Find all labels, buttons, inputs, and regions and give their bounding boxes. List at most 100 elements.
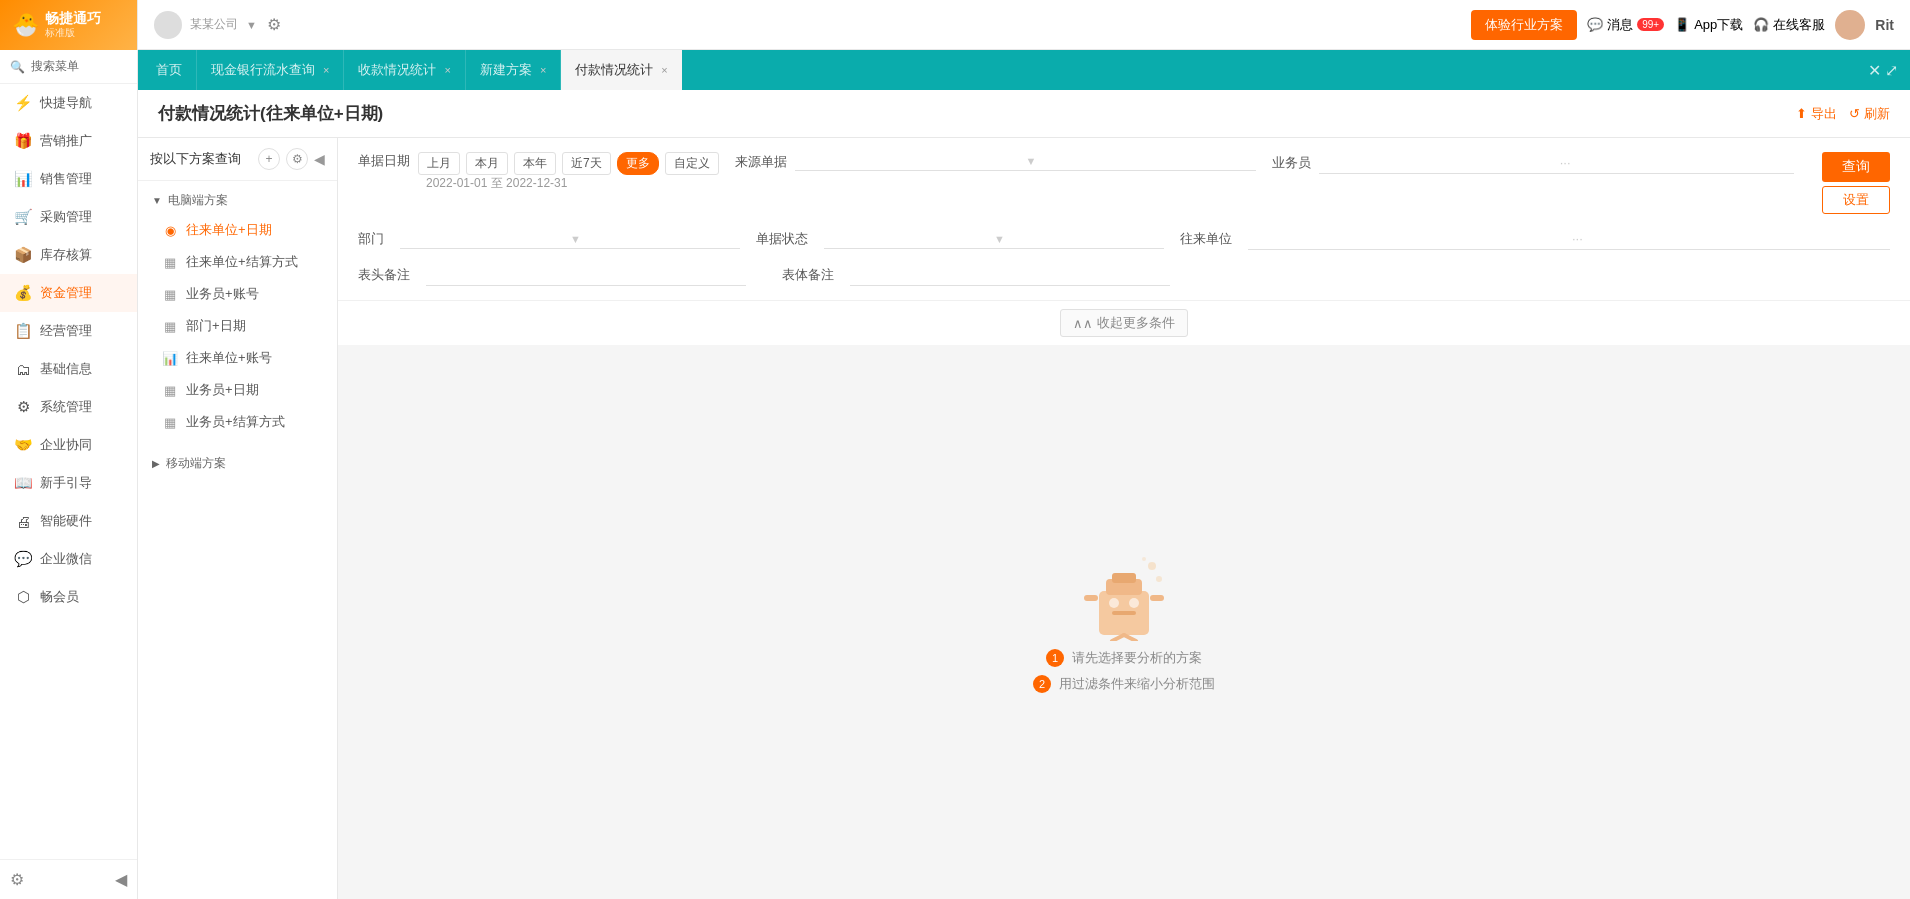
- counterpart-select[interactable]: ···: [1248, 228, 1890, 250]
- page-title: 付款情况统计(往来单位+日期): [158, 102, 383, 125]
- sidebar-item-enterprise[interactable]: 🤝 企业协同: [0, 426, 137, 464]
- date-btn-this-year[interactable]: 本年: [514, 152, 556, 175]
- scheme-item-salesperson-settlement[interactable]: ▦ 业务员+结算方式: [138, 406, 337, 438]
- scheme-item-dept-date[interactable]: ▦ 部门+日期: [138, 310, 337, 342]
- sidebar-item-label: 新手引导: [40, 474, 92, 492]
- tab-bank-flow-close[interactable]: ×: [323, 64, 329, 76]
- export-btn[interactable]: ⬆ 导出: [1796, 105, 1837, 123]
- placeholder-svg: [1074, 551, 1174, 641]
- doc-status-select[interactable]: ▼: [824, 230, 1164, 249]
- tab-payment-stats[interactable]: 付款情况统计 ×: [561, 50, 681, 90]
- sidebar-item-label: 企业协同: [40, 436, 92, 454]
- tab-close-all-icon[interactable]: ✕: [1868, 61, 1881, 80]
- messages-badge: 99+: [1637, 18, 1664, 31]
- sidebar-item-capital[interactable]: 💰 资金管理: [0, 274, 137, 312]
- scheme-mobile-title[interactable]: ▶ 移动端方案: [138, 450, 337, 477]
- date-btn-last-month[interactable]: 上月: [418, 152, 460, 175]
- date-btn-more[interactable]: 更多: [617, 152, 659, 175]
- scheme-item-label: 业务员+结算方式: [186, 413, 285, 431]
- placeholder-num2: 2: [1033, 675, 1051, 693]
- body-note-input[interactable]: [850, 264, 1170, 286]
- salesperson-dots[interactable]: ···: [1560, 155, 1788, 170]
- system-icon: ⚙: [14, 398, 32, 416]
- sidebar-logo: 畅捷通巧: [45, 10, 101, 27]
- svg-rect-5: [1112, 611, 1136, 615]
- dept-label: 部门: [358, 230, 384, 248]
- header-note-label: 表头备注: [358, 266, 410, 284]
- sidebar-item-basic-info[interactable]: 🗂 基础信息: [0, 350, 137, 388]
- svg-point-3: [1109, 598, 1119, 608]
- sidebar-item-quick-nav[interactable]: ⚡ 快捷导航: [0, 84, 137, 122]
- sidebar-item-wechat[interactable]: 💬 企业微信: [0, 540, 137, 578]
- sidebar-item-marketing[interactable]: 🎁 营销推广: [0, 122, 137, 160]
- scheme-item-counterpart-date[interactable]: ◉ 往来单位+日期: [138, 214, 337, 246]
- topbar-messages[interactable]: 💬 消息 99+: [1587, 16, 1664, 34]
- tab-home[interactable]: 首页: [142, 50, 197, 90]
- scheme-collapse-btn[interactable]: ◀: [314, 151, 325, 167]
- main-area: 某某公司 ▼ ⚙ 体验行业方案 💬 消息 99+ 📱 App下载 🎧 在线客服 …: [138, 0, 1910, 899]
- sidebar-item-sales[interactable]: 📊 销售管理: [0, 160, 137, 198]
- sidebar-item-guide[interactable]: 📖 新手引导: [0, 464, 137, 502]
- sidebar-search[interactable]: 🔍 搜索菜单: [0, 50, 137, 84]
- scheme-item-counterpart-account[interactable]: 📊 往来单位+账号: [138, 342, 337, 374]
- sidebar-item-label: 系统管理: [40, 398, 92, 416]
- sidebar-item-label: 基础信息: [40, 360, 92, 378]
- message-icon: 💬: [1587, 17, 1603, 32]
- svg-line-8: [1112, 635, 1124, 641]
- header-note-input[interactable]: [426, 264, 746, 286]
- content: 付款情况统计(往来单位+日期) ⬆ 导出 ↺ 刷新 按以下方案查询: [138, 90, 1910, 899]
- date-btn-7days[interactable]: 近7天: [562, 152, 611, 175]
- date-buttons-row: 上月 本月 本年 近7天 更多 自定义: [418, 152, 719, 175]
- tab-bank-flow[interactable]: 现金银行流水查询 ×: [197, 50, 344, 90]
- filter-collapse-row: ∧∧ 收起更多条件: [338, 300, 1910, 345]
- tab-expand-icon[interactable]: ⤢: [1885, 61, 1898, 80]
- dept-select[interactable]: ▼: [400, 230, 740, 249]
- sidebar-item-purchase[interactable]: 🛒 采购管理: [0, 198, 137, 236]
- scheme-item-counterpart-settlement[interactable]: ▦ 往来单位+结算方式: [138, 246, 337, 278]
- date-filter-group: 单据日期 上月 本月 本年 近7天 更多 自定义 20: [358, 152, 719, 192]
- scheme-settings-btn[interactable]: ⚙: [286, 148, 308, 170]
- topbar-app-download[interactable]: 📱 App下载: [1674, 16, 1743, 34]
- sidebar-collapse-icon[interactable]: ◀: [115, 870, 127, 889]
- topbar-online-service[interactable]: 🎧 在线客服: [1753, 16, 1825, 34]
- sidebar-settings-icon[interactable]: ⚙: [10, 870, 24, 889]
- scheme-item-salesperson-date[interactable]: ▦ 业务员+日期: [138, 374, 337, 406]
- source-filter-group: 来源单据 ▼: [735, 152, 1257, 171]
- tab-new-scheme[interactable]: 新建方案 ×: [466, 50, 561, 90]
- sidebar: 🐣 畅捷通巧 标准版 🔍 搜索菜单 ⚡ 快捷导航 🎁 营销推广 📊 销售管理 🛒…: [0, 0, 138, 899]
- user-avatar: [1835, 10, 1865, 40]
- settings-button[interactable]: 设置: [1822, 186, 1890, 214]
- date-btn-this-month[interactable]: 本月: [466, 152, 508, 175]
- collapse-more-btn[interactable]: ∧∧ 收起更多条件: [1060, 309, 1188, 337]
- tab-receipt-stats[interactable]: 收款情况统计 ×: [344, 50, 465, 90]
- industry-btn[interactable]: 体验行业方案: [1471, 10, 1577, 40]
- hardware-icon: 🖨: [14, 513, 32, 530]
- tab-home-label: 首页: [156, 61, 182, 79]
- sidebar-item-system[interactable]: ⚙ 系统管理: [0, 388, 137, 426]
- sidebar-item-label: 经营管理: [40, 322, 92, 340]
- sidebar-item-operations[interactable]: 📋 经营管理: [0, 312, 137, 350]
- tab-new-scheme-close[interactable]: ×: [540, 64, 546, 76]
- tab-receipt-stats-close[interactable]: ×: [444, 64, 450, 76]
- refresh-btn[interactable]: ↺ 刷新: [1849, 105, 1890, 123]
- sidebar-item-member[interactable]: ⬡ 畅会员: [0, 578, 137, 616]
- scheme-item-salesperson-account[interactable]: ▦ 业务员+账号: [138, 278, 337, 310]
- sidebar-item-hardware[interactable]: 🖨 智能硬件: [0, 502, 137, 540]
- page-header: 付款情况统计(往来单位+日期) ⬆ 导出 ↺ 刷新: [138, 90, 1910, 138]
- query-button[interactable]: 查询: [1822, 152, 1890, 182]
- topbar-dropdown-arrow[interactable]: ▼: [246, 19, 257, 31]
- tab-payment-stats-close[interactable]: ×: [661, 64, 667, 76]
- topbar-gear-icon[interactable]: ⚙: [267, 15, 281, 34]
- svg-rect-7: [1150, 595, 1164, 601]
- quick-nav-icon: ⚡: [14, 94, 32, 112]
- sidebar-item-label: 资金管理: [40, 284, 92, 302]
- source-select[interactable]: ▼: [795, 152, 1257, 171]
- counterpart-dots[interactable]: ···: [1572, 231, 1884, 246]
- sidebar-item-inventory[interactable]: 📦 库存核算: [0, 236, 137, 274]
- date-btn-custom[interactable]: 自定义: [665, 152, 719, 175]
- scheme-add-btn[interactable]: +: [258, 148, 280, 170]
- salesperson-select[interactable]: ···: [1319, 152, 1794, 174]
- scheme-item-active-icon: ◉: [162, 223, 178, 238]
- date-options-group: 上月 本月 本年 近7天 更多 自定义 2022-01-01 至 2022-12…: [418, 152, 719, 192]
- scheme-pc-title[interactable]: ▼ 电脑端方案: [138, 187, 337, 214]
